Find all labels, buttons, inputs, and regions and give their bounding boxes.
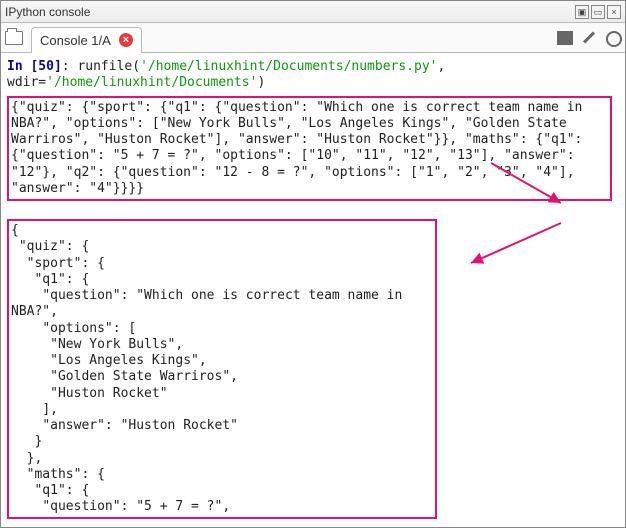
in-colon: : [62,59,78,74]
arg-wdir: '/home/linuxhint/Documents' [46,75,257,90]
tab-label: Console 1/A [40,33,111,48]
console-output-area[interactable]: In [50]: runfile('/home/linuxhint/Docume… [1,53,625,527]
settings-icon[interactable] [605,31,621,45]
stop-icon[interactable] [557,31,573,45]
raw-json-output-box: {"quiz": {"sport": {"q1": {"question": "… [7,96,612,202]
pretty-json-output: { "quiz": { "sport": { "q1": { "question… [11,223,433,519]
in-number: [50] [30,59,61,74]
maximize-button[interactable]: ▭ [591,5,605,19]
open-folder-icon[interactable] [5,31,23,45]
console-tab[interactable]: Console 1/A × [31,27,142,53]
in-label: In [7,59,30,74]
titlebar: IPython console ▣ ▭ × [1,1,625,23]
pretty-json-output-box: { "quiz": { "sport": { "q1": { "question… [7,219,437,519]
runfile-call: runfile( [77,59,140,74]
tab-bar: Console 1/A × [1,23,625,53]
close-window-button[interactable]: × [607,5,621,19]
restore-button[interactable]: ▣ [575,5,589,19]
raw-json-output: {"quiz": {"sport": {"q1": {"question": "… [11,100,608,198]
input-prompt-line: In [50]: runfile('/home/linuxhint/Docume… [7,59,619,92]
arg-path: '/home/linuxhint/Documents/numbers.py' [140,59,437,74]
annotation-arrow-2 [451,213,571,278]
call-close: ) [257,75,265,90]
ipython-console-window: IPython console ▣ ▭ × Console 1/A × In [… [0,0,626,528]
close-tab-icon[interactable]: × [119,33,133,47]
edit-icon[interactable] [581,31,597,45]
window-title: IPython console [5,5,90,19]
